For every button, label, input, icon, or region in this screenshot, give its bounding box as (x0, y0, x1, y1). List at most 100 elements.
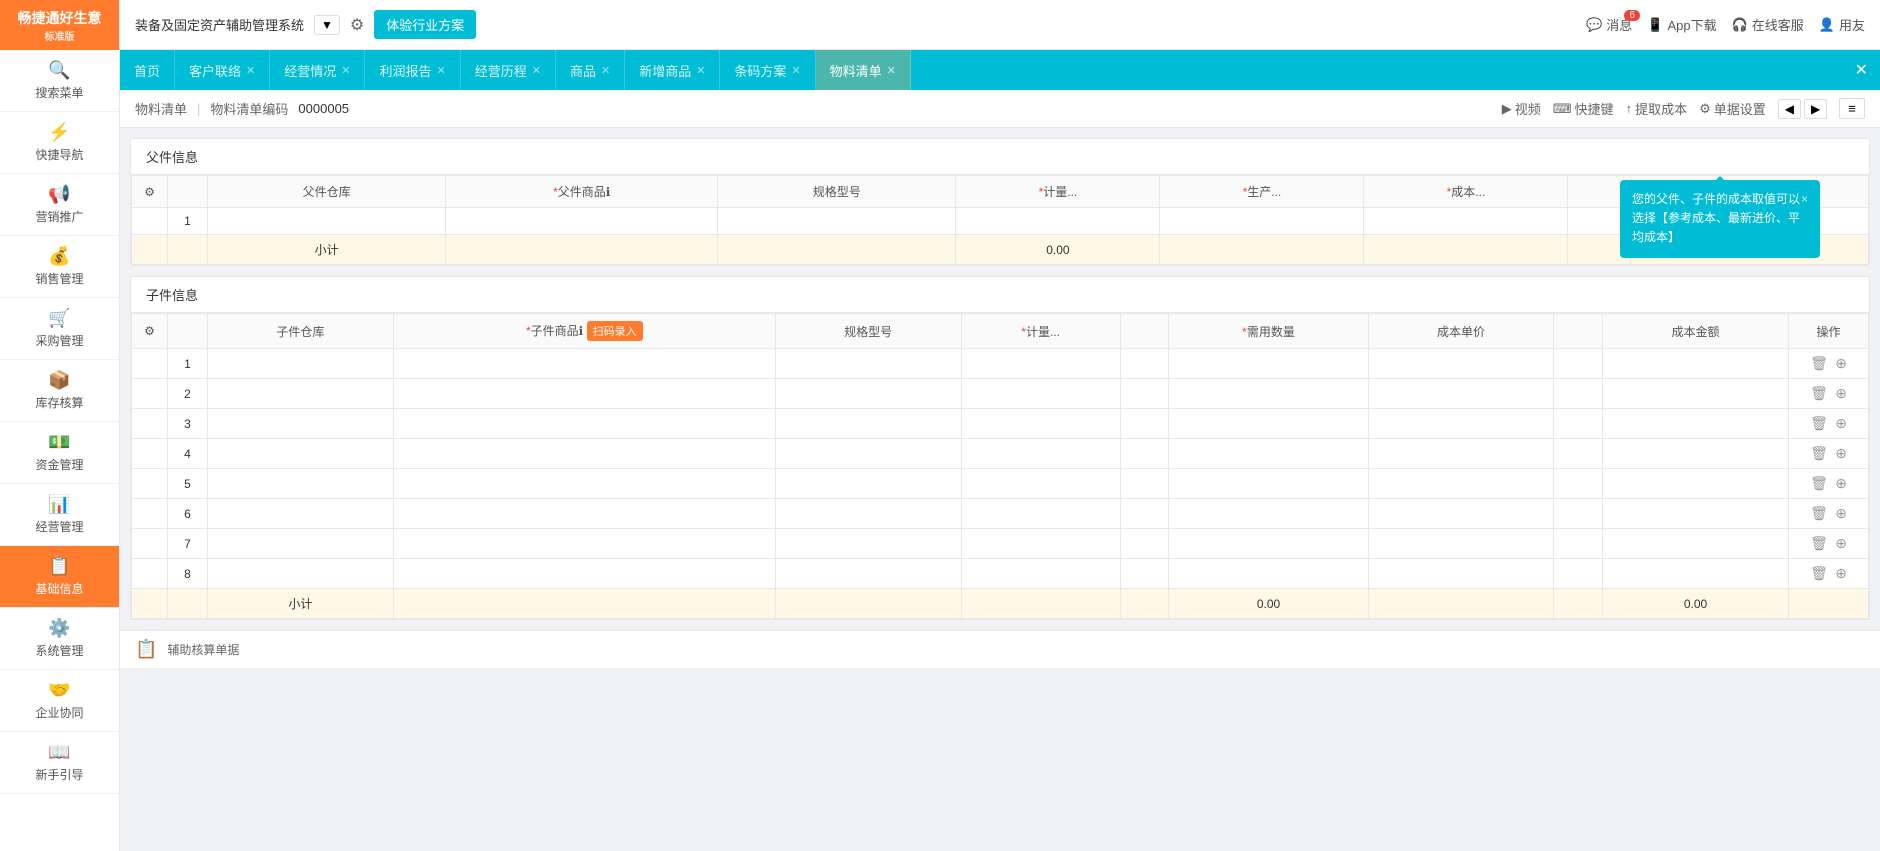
tooltip-text: 您的父件、子件的成本取值可以选择【参考成本、最新进价、平均成本】 (1632, 192, 1800, 244)
app-name: 畅捷通好生意 (18, 8, 102, 28)
copy-icon[interactable]: ⊕ (1835, 445, 1847, 461)
sidebar-icon: 📖 (48, 742, 70, 763)
sidebar-icon: ⚡ (48, 122, 70, 143)
tooltip-box: × 您的父件、子件的成本取值可以选择【参考成本、最新进价、平均成本】 (1620, 180, 1820, 258)
nav-tab-物料清单[interactable]: 物料清单 ✕ (816, 50, 911, 90)
child-col-product: *子件商品ℹ 扫码录入 (393, 314, 775, 349)
sidebar-label: 库存核算 (35, 394, 83, 411)
page-actions: ▶ 视频 ⌨ 快捷键 ↑ 提取成本 ⚙ 单据设置 ◀ ▶ (1502, 98, 1865, 119)
tab-label: 首页 (134, 61, 160, 80)
delete-icon[interactable]: 🗑 (1810, 565, 1828, 581)
sidebar-item-资金管理[interactable]: 💵 资金管理 (0, 422, 119, 484)
online-service-btn[interactable]: 🎧 在线客服 (1732, 15, 1804, 34)
copy-icon[interactable]: ⊕ (1835, 505, 1847, 521)
sidebar-icon: 📢 (48, 184, 70, 205)
message-btn[interactable]: 💬 消息 6 (1586, 15, 1632, 34)
tab-close-icon[interactable]: ✕ (791, 64, 800, 77)
delete-icon[interactable]: 🗑 (1810, 445, 1828, 461)
list-view-btn[interactable]: ≡ (1839, 98, 1865, 119)
tab-close-icon[interactable]: ✕ (696, 64, 705, 77)
message-icon: 💬 (1586, 17, 1602, 33)
copy-icon[interactable]: ⊕ (1835, 535, 1847, 551)
copy-icon[interactable]: ⊕ (1835, 385, 1847, 401)
sidebar-label: 销售管理 (35, 270, 83, 287)
copy-icon[interactable]: ⊕ (1835, 355, 1847, 371)
sidebar-item-基础信息[interactable]: 📋 基础信息 (0, 546, 119, 608)
tooltip-close-btn[interactable]: × (1801, 190, 1808, 209)
breadcrumb: 物料清单 | 物料清单编码 0000005 (135, 99, 349, 118)
tab-close-icon[interactable]: ✕ (341, 64, 350, 77)
child-col-amount: 成本金额 (1603, 314, 1789, 349)
tab-close-icon[interactable]: ✕ (437, 64, 446, 77)
single-settings-btn[interactable]: ⚙ 单据设置 (1699, 99, 1766, 118)
sidebar-icon: 🤝 (48, 680, 70, 701)
sidebar-item-营销推广[interactable]: 📢 营销推广 (0, 174, 119, 236)
trial-button[interactable]: 体验行业方案 (374, 10, 476, 39)
video-btn[interactable]: ▶ 视频 (1502, 99, 1541, 118)
sidebar-item-快捷导航[interactable]: ⚡ 快捷导航 (0, 112, 119, 174)
copy-icon[interactable]: ⊕ (1835, 415, 1847, 431)
next-btn[interactable]: ▶ (1804, 99, 1827, 119)
nav-tab-商品[interactable]: 商品 ✕ (556, 50, 625, 90)
sidebar-item-系统管理[interactable]: ⚙️ 系统管理 (0, 608, 119, 670)
child-col-ops: 操作 (1789, 314, 1869, 349)
system-title: 装备及固定资产辅助管理系统 (135, 15, 304, 34)
sidebar-item-新手引导[interactable]: 📖 新手引导 (0, 732, 119, 794)
sidebar-icon: 📦 (48, 370, 70, 391)
sidebar-icon: 💰 (48, 246, 70, 267)
user-menu[interactable]: 👤 用友 (1819, 15, 1865, 34)
sidebar-item-库存核算[interactable]: 📦 库存核算 (0, 360, 119, 422)
message-badge: 6 (1624, 10, 1640, 21)
header-right: 💬 消息 6 📱 App下载 🎧 在线客服 👤 用友 (1586, 15, 1865, 34)
extract-cost-btn[interactable]: ↑ 提取成本 (1626, 99, 1688, 118)
tab-close-icon[interactable]: ✕ (601, 64, 610, 77)
tab-close-icon[interactable]: ✕ (246, 64, 255, 77)
gear-button[interactable]: ⚙ (350, 15, 364, 35)
copy-icon[interactable]: ⊕ (1835, 475, 1847, 491)
tab-label: 新增商品 (639, 61, 691, 80)
sidebar-item-企业协同[interactable]: 🤝 企业协同 (0, 670, 119, 732)
sidebar-item-销售管理[interactable]: 💰 销售管理 (0, 236, 119, 298)
nav-tab-客户联络[interactable]: 客户联络 ✕ (175, 50, 270, 90)
sidebar-icon: 📋 (48, 556, 70, 577)
nav-tab-利润报告[interactable]: 利润报告 ✕ (365, 50, 460, 90)
sidebar-item-采购管理[interactable]: 🛒 采购管理 (0, 298, 119, 360)
delete-icon[interactable]: 🗑 (1810, 505, 1828, 521)
system-dropdown-btn[interactable]: ▼ (314, 15, 340, 35)
child-col-gear: ⚙ (132, 314, 168, 349)
tab-label: 商品 (570, 61, 596, 80)
nav-tab-经营情况[interactable]: 经营情况 ✕ (270, 50, 365, 90)
prev-btn[interactable]: ◀ (1778, 99, 1801, 119)
main-area: 装备及固定资产辅助管理系统 ▼ ⚙ 体验行业方案 💬 消息 6 📱 App下载 … (120, 0, 1880, 851)
tab-close-icon[interactable]: ✕ (532, 64, 541, 77)
copy-icon[interactable]: ⊕ (1835, 565, 1847, 581)
breadcrumb-code-value: 0000005 (298, 101, 349, 116)
nav-tab-新增商品[interactable]: 新增商品 ✕ (625, 50, 720, 90)
nav-tab-首页[interactable]: 首页 (120, 50, 175, 90)
tab-label: 物料清单 (830, 61, 882, 80)
delete-icon[interactable]: 🗑 (1810, 475, 1828, 491)
tab-close-icon[interactable]: ✕ (887, 64, 896, 77)
app-download-btn[interactable]: 📱 App下载 (1647, 15, 1716, 34)
delete-icon[interactable]: 🗑 (1810, 385, 1828, 401)
user-label: 用友 (1839, 15, 1865, 34)
sidebar-label: 基础信息 (35, 580, 83, 597)
delete-icon[interactable]: 🗑 (1810, 535, 1828, 551)
delete-icon[interactable]: 🗑 (1810, 415, 1828, 431)
parent-section-title: 父件信息 (131, 139, 1869, 175)
app-subtitle: 标准版 (45, 28, 75, 43)
sidebar-item-经营管理[interactable]: 📊 经营管理 (0, 484, 119, 546)
delete-icon[interactable]: 🗑 (1810, 355, 1828, 371)
keyboard-icon: ⌨ (1553, 101, 1572, 117)
sidebar-icon: 🔍 (48, 60, 70, 81)
parent-col-gear: ⚙ (132, 176, 168, 208)
sidebar-item-搜索菜单[interactable]: 🔍 搜索菜单 (0, 50, 119, 112)
child-col-qty: *需用数量 (1169, 314, 1368, 349)
close-all-tabs-btn[interactable]: ✕ (1843, 60, 1880, 80)
shortcut-btn[interactable]: ⌨ 快捷键 (1553, 99, 1614, 118)
app-download-label: App下载 (1667, 15, 1716, 34)
nav-tab-条码方案[interactable]: 条码方案 ✕ (720, 50, 815, 90)
scan-btn[interactable]: 扫码录入 (587, 321, 643, 341)
parent-row-1: 1 (132, 208, 1869, 235)
nav-tab-经营历程[interactable]: 经营历程 ✕ (461, 50, 556, 90)
